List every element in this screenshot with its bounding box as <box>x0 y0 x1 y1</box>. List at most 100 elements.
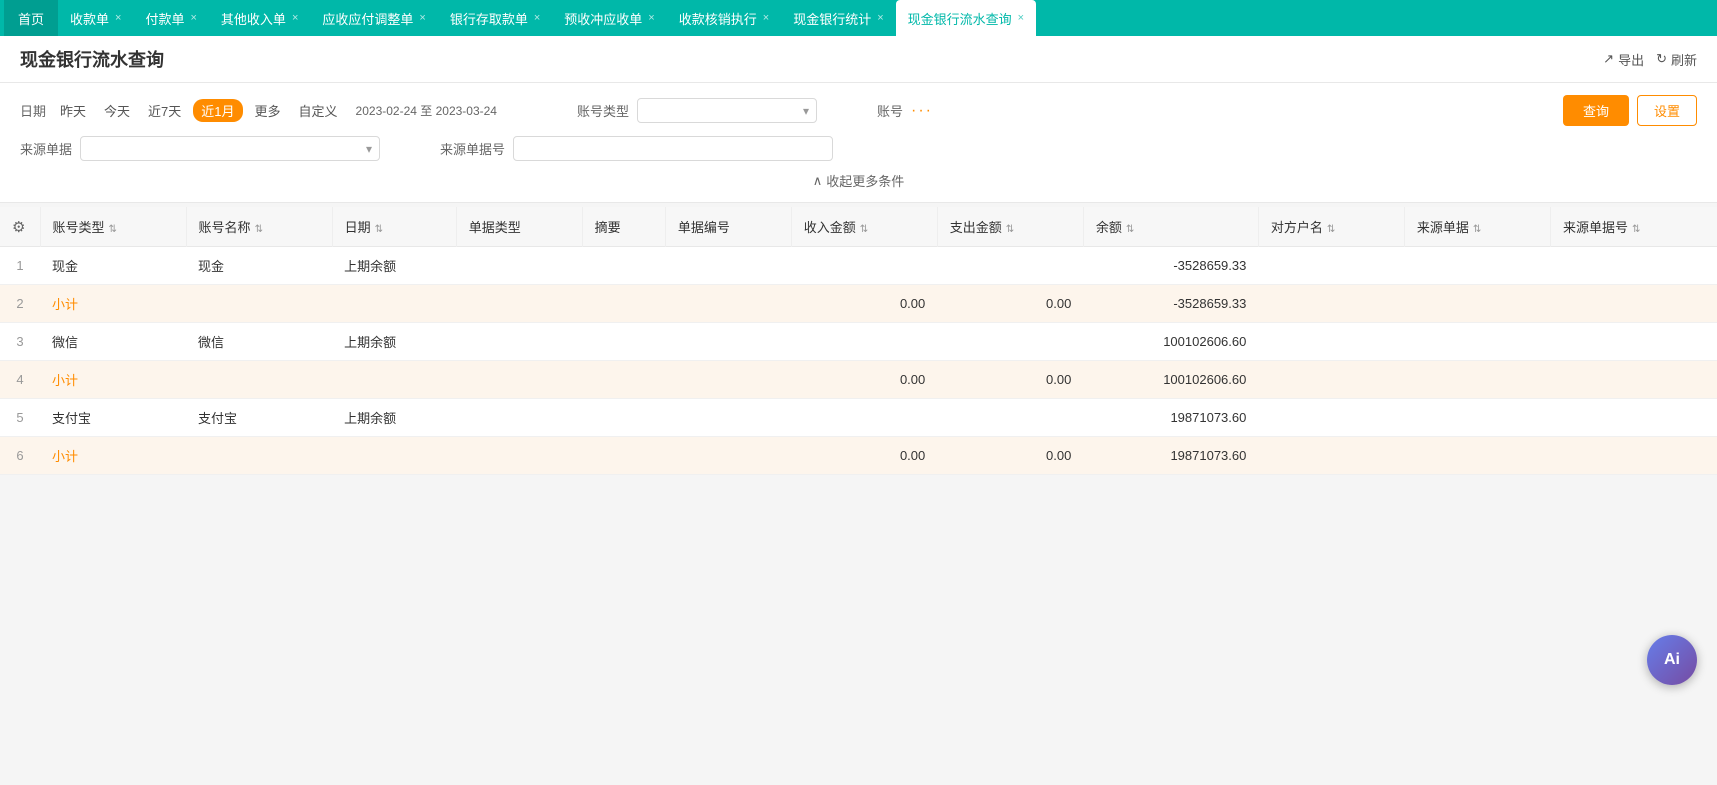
collapse-bar[interactable]: ∧ 收起更多条件 <box>20 171 1697 190</box>
source-doc-no-cell <box>1550 323 1717 361</box>
account-name-cell <box>186 437 332 475</box>
source-doc-select-wrapper[interactable] <box>80 136 380 161</box>
account-type-select-wrapper[interactable] <box>637 98 817 123</box>
source-doc-cell <box>1404 323 1550 361</box>
table-row[interactable]: 1现金现金上期余额-3528659.33 <box>0 247 1717 285</box>
nav-tab-5[interactable]: 预收冲应收单 × <box>552 0 666 36</box>
date-opt-7days[interactable]: 近7天 <box>142 99 187 122</box>
source-doc-no-label: 来源单据号 <box>440 139 505 158</box>
nav-tab-3[interactable]: 应收应付调整单 × <box>310 0 437 36</box>
account-type-cell: 微信 <box>40 323 186 361</box>
nav-tab-4[interactable]: 银行存取款单 × <box>438 0 552 36</box>
source-doc-cell <box>1404 399 1550 437</box>
close-tab-5-icon[interactable]: × <box>648 12 654 24</box>
nav-tab-8[interactable]: 现金银行流水查询 × <box>896 0 1036 36</box>
nav-tab-2[interactable]: 其他收入单 × <box>209 0 310 36</box>
doc-no-cell <box>665 285 791 323</box>
date-label: 日期 <box>20 101 46 120</box>
row-num-cell: 5 <box>0 399 40 437</box>
export-button[interactable]: ↗ 导出 <box>1603 50 1644 69</box>
col-expense[interactable]: 支出金额⇅ <box>937 207 1083 247</box>
col-date[interactable]: 日期⇅ <box>332 207 456 247</box>
col-doc-type[interactable]: 单据类型 <box>456 207 582 247</box>
sort-source-doc-icon: ⇅ <box>1473 224 1481 235</box>
date-cell: 上期余额 <box>332 399 456 437</box>
balance-cell: -3528659.33 <box>1083 247 1258 285</box>
row-num-cell: 2 <box>0 285 40 323</box>
doc-type-cell <box>456 247 582 285</box>
close-tab-4-icon[interactable]: × <box>534 12 540 24</box>
col-summary[interactable]: 摘要 <box>582 207 665 247</box>
query-button[interactable]: 查询 <box>1563 95 1629 126</box>
account-type-cell: 支付宝 <box>40 399 186 437</box>
col-balance[interactable]: 余额⇅ <box>1083 207 1258 247</box>
nav-tab-7[interactable]: 现金银行统计 × <box>781 0 895 36</box>
col-source-doc[interactable]: 来源单据⇅ <box>1404 207 1550 247</box>
row-num-cell: 4 <box>0 361 40 399</box>
close-tab-8-icon[interactable]: × <box>1018 12 1024 24</box>
income-cell: 0.00 <box>791 437 937 475</box>
sort-income-icon: ⇅ <box>860 224 868 235</box>
header-actions: ↗ 导出 ↻ 刷新 <box>1603 50 1697 69</box>
data-table: ⚙ 账号类型⇅ 账号名称⇅ 日期⇅ 单据类型 摘要 单据编号 <box>0 207 1717 475</box>
table-row[interactable]: 2小计0.000.00-3528659.33 <box>0 285 1717 323</box>
table-row[interactable]: 3微信微信上期余额100102606.60 <box>0 323 1717 361</box>
settings-button[interactable]: 设置 <box>1637 95 1697 126</box>
account-label: 账号 <box>877 101 903 120</box>
filter-row-2: 来源单据 来源单据号 <box>20 136 1697 161</box>
income-cell <box>791 247 937 285</box>
col-source-doc-no[interactable]: 来源单据号⇅ <box>1550 207 1717 247</box>
close-tab-2-icon[interactable]: × <box>292 12 298 24</box>
close-tab-0-icon[interactable]: × <box>115 12 121 24</box>
table-row[interactable]: 6小计0.000.0019871073.60 <box>0 437 1717 475</box>
col-counterpart[interactable]: 对方户名⇅ <box>1258 207 1404 247</box>
date-opt-1month[interactable]: 近1月 <box>193 99 242 122</box>
close-tab-6-icon[interactable]: × <box>763 12 769 24</box>
table-row[interactable]: 4小计0.000.00100102606.60 <box>0 361 1717 399</box>
nav-tab-0[interactable]: 收款单 × <box>58 0 133 36</box>
nav-tab-1[interactable]: 付款单 × <box>133 0 208 36</box>
date-opt-custom[interactable]: 自定义 <box>293 99 344 122</box>
account-type-select[interactable] <box>637 98 817 123</box>
col-account-name[interactable]: 账号名称⇅ <box>186 207 332 247</box>
source-doc-no-cell <box>1550 285 1717 323</box>
gear-icon[interactable]: ⚙ <box>12 219 25 236</box>
col-settings[interactable]: ⚙ <box>0 207 40 247</box>
date-opt-more[interactable]: 更多 <box>249 99 287 122</box>
counterpart-cell <box>1258 323 1404 361</box>
counterpart-cell <box>1258 361 1404 399</box>
table-row[interactable]: 5支付宝支付宝上期余额19871073.60 <box>0 399 1717 437</box>
source-doc-select[interactable] <box>80 136 380 161</box>
refresh-button[interactable]: ↻ 刷新 <box>1656 50 1697 69</box>
account-type-filter-group: 账号类型 <box>577 98 817 123</box>
col-income[interactable]: 收入金额⇅ <box>791 207 937 247</box>
account-dots-button[interactable]: ··· <box>911 102 933 120</box>
filter-row-1: 日期 昨天 今天 近7天 近1月 更多 自定义 2023-02-24 至 202… <box>20 95 1697 126</box>
close-tab-7-icon[interactable]: × <box>877 12 883 24</box>
date-opt-yesterday[interactable]: 昨天 <box>54 99 92 122</box>
source-doc-cell <box>1404 285 1550 323</box>
source-doc-no-cell <box>1550 399 1717 437</box>
counterpart-cell <box>1258 247 1404 285</box>
source-doc-no-input[interactable] <box>513 136 833 161</box>
export-icon: ↗ <box>1603 51 1614 67</box>
close-tab-1-icon[interactable]: × <box>190 12 196 24</box>
account-type-cell: 小计 <box>40 285 186 323</box>
date-opt-today[interactable]: 今天 <box>98 99 136 122</box>
date-cell <box>332 437 456 475</box>
nav-tab-6[interactable]: 收款核销执行 × <box>667 0 781 36</box>
doc-no-cell <box>665 247 791 285</box>
refresh-icon: ↻ <box>1656 51 1667 67</box>
ai-button[interactable]: Ai <box>1647 635 1697 685</box>
source-doc-cell <box>1404 247 1550 285</box>
income-cell: 0.00 <box>791 361 937 399</box>
col-doc-no[interactable]: 单据编号 <box>665 207 791 247</box>
source-doc-cell <box>1404 437 1550 475</box>
sort-source-doc-no-icon: ⇅ <box>1632 224 1640 235</box>
nav-home[interactable]: 首页 <box>4 0 58 36</box>
col-account-type[interactable]: 账号类型⇅ <box>40 207 186 247</box>
account-type-cell: 现金 <box>40 247 186 285</box>
row-num-cell: 6 <box>0 437 40 475</box>
source-doc-no-filter-group: 来源单据号 <box>440 136 833 161</box>
close-tab-3-icon[interactable]: × <box>419 12 425 24</box>
